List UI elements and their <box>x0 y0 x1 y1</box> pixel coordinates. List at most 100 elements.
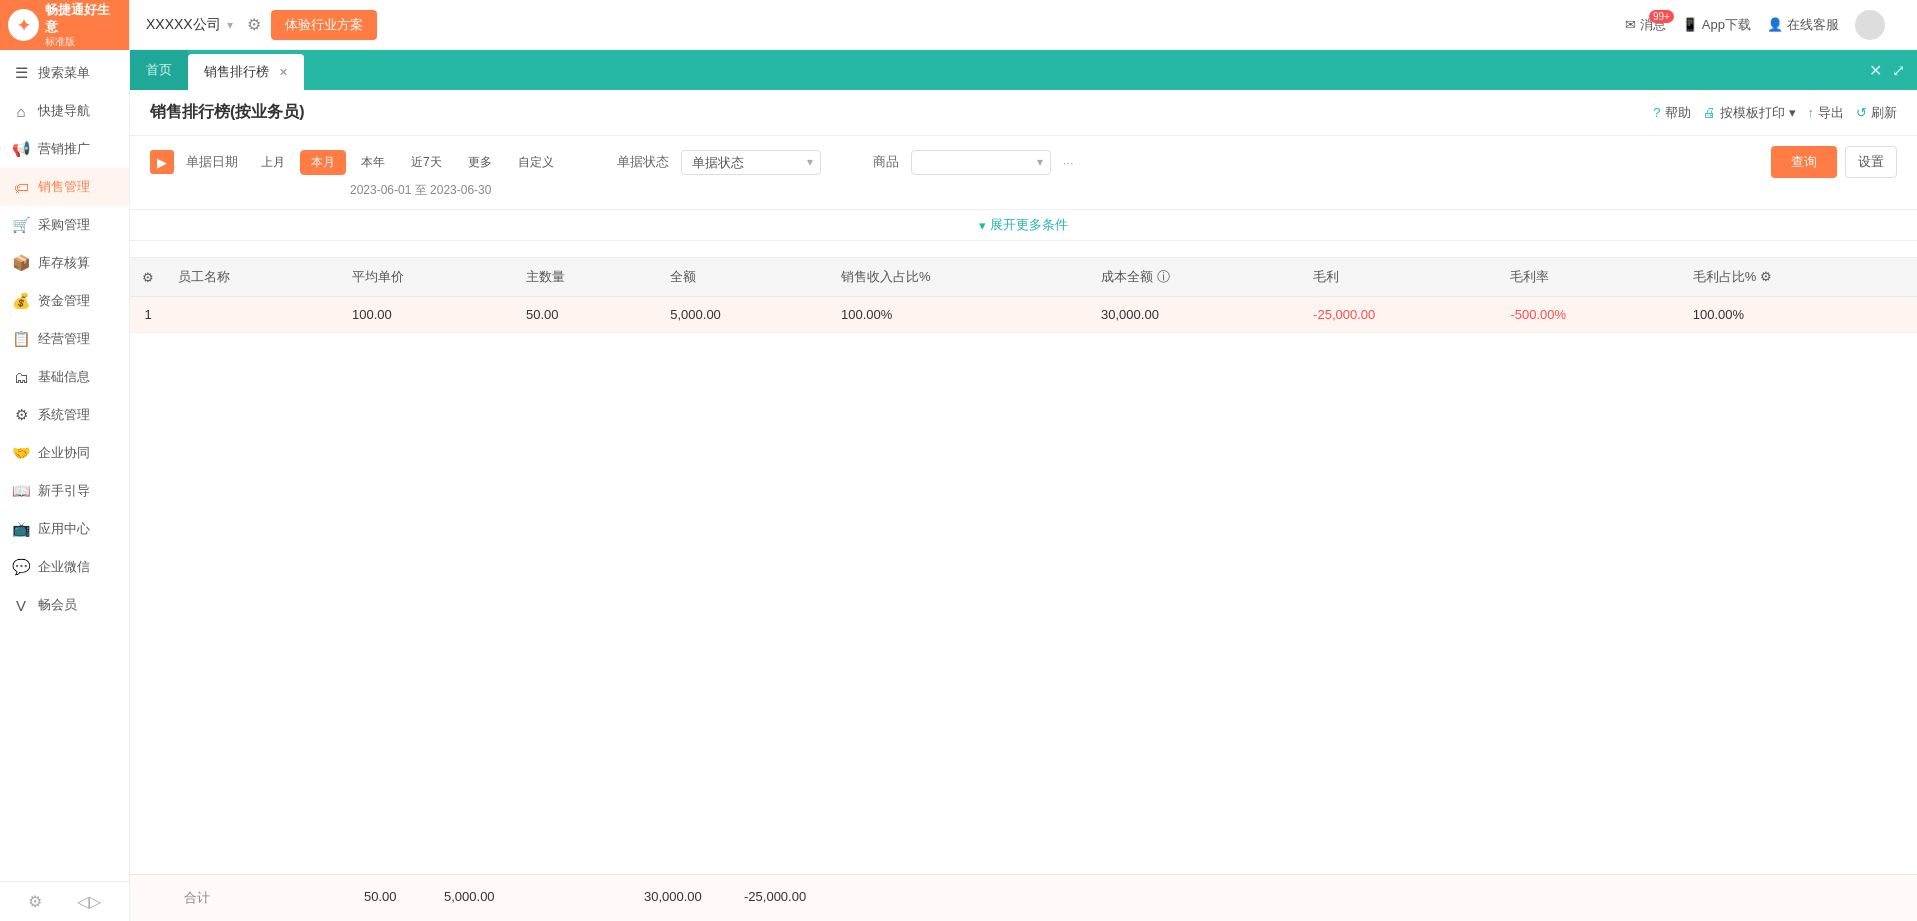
more-filters-icon[interactable]: ··· <box>1063 155 1074 170</box>
expand-conditions-button[interactable]: ▾ 展开更多条件 <box>979 216 1068 234</box>
export-button[interactable]: ↑ 导出 <box>1808 104 1845 122</box>
sidebar-item-operation[interactable]: 📋经营管理 <box>0 320 129 358</box>
filter-collapse-icon[interactable]: ▶ <box>150 150 174 174</box>
sidebar-label-basic: 基础信息 <box>38 368 90 386</box>
online-service-button[interactable]: 👤 在线客服 <box>1767 16 1839 34</box>
sidebar-label-sales: 销售管理 <box>38 178 90 196</box>
th-gross: 毛利 <box>1301 258 1498 297</box>
th-amount: 全额 <box>658 258 829 297</box>
tabbar-restore-icon[interactable]: ⤢ <box>1892 61 1905 80</box>
app-download-button[interactable]: 📱 App下载 <box>1682 16 1751 34</box>
status-select[interactable]: 单据状态 <box>681 150 821 175</box>
sidebar-item-apps[interactable]: 📺应用中心 <box>0 510 129 548</box>
filter-btn-7days[interactable]: 近7天 <box>400 150 453 175</box>
filter-btn-this-month[interactable]: 本月 <box>300 150 346 175</box>
query-button[interactable]: 查询 <box>1771 146 1837 178</box>
sidebar-item-inventory[interactable]: 📦 库存核算 <box>0 244 129 282</box>
td-rank: 1 <box>130 297 166 333</box>
footer-sales-pct <box>532 885 632 911</box>
th-sales-pct: 销售收入占比% <box>829 258 1089 297</box>
print-dropdown-icon: ▾ <box>1789 105 1796 120</box>
message-button[interactable]: ✉ 消息 99+ <box>1625 16 1666 34</box>
nav-icon: ⌂ <box>12 103 30 120</box>
page-title: 销售排行榜(按业务员) <box>150 102 305 123</box>
td-sales-pct: 100.00% <box>829 297 1089 333</box>
marketing-icon: 📢 <box>12 140 30 158</box>
app-download-icon: 📱 <box>1682 17 1698 32</box>
print-button[interactable]: 🖨 按模板打印 ▾ <box>1703 104 1796 122</box>
th-gross-pct: 毛利占比% ⚙ <box>1681 258 1917 297</box>
sidebar-label-finance: 资金管理 <box>38 292 90 310</box>
filter-btn-this-year[interactable]: 本年 <box>350 150 396 175</box>
collapse-sidebar-icon[interactable]: ◁▷ <box>77 892 101 911</box>
company-name: XXXXX公司 <box>146 16 221 34</box>
filter-btn-last-month[interactable]: 上月 <box>250 150 296 175</box>
filter-action-buttons: 查询 设置 <box>1771 146 1897 178</box>
date-range-display: 2023-06-01 至 2023-06-30 <box>350 182 1897 199</box>
settings-footer-icon[interactable]: ⚙ <box>28 892 42 911</box>
tab-close-icon[interactable]: ✕ <box>279 66 288 79</box>
sidebar-item-marketing[interactable]: 📢 营销推广 <box>0 130 129 168</box>
tab-home[interactable]: 首页 <box>130 50 188 90</box>
main-area: XXXXX公司 ▾ ⚙ 体验行业方案 ✉ 消息 99+ 📱 App下载 👤 在线… <box>130 0 1917 921</box>
export-icon: ↑ <box>1808 105 1815 120</box>
sidebar-item-member[interactable]: V畅会员 <box>0 586 129 624</box>
apps-icon: 📺 <box>12 520 30 538</box>
sidebar: ✦ 畅捷通好生意 标准版 ☰搜索菜单⌂快捷导航📢营销推广🏷销售管理🛒采购管理📦库… <box>0 0 130 921</box>
sidebar-label-system: 系统管理 <box>38 406 90 424</box>
sidebar-item-wechat[interactable]: 💬企业微信 <box>0 548 129 586</box>
td-qty: 50.00 <box>514 297 658 333</box>
sidebar-item-search[interactable]: ☰搜索菜单 <box>0 54 129 92</box>
sidebar-item-sales[interactable]: 🏷销售管理 <box>0 168 129 206</box>
sidebar-item-basic[interactable]: 🗂基础信息 <box>0 358 129 396</box>
sidebar-label-inventory: 库存核算 <box>38 254 90 272</box>
refresh-button[interactable]: ↺ 刷新 <box>1856 104 1897 122</box>
footer-qty: 50.00 <box>352 885 432 911</box>
sidebar-label-member: 畅会员 <box>38 596 77 614</box>
expand-label: 展开更多条件 <box>990 216 1068 234</box>
filter-row: ▶ 单据日期 上月 本月 本年 近7天 更多 自定义 单据状态 单据状态 <box>150 146 1897 178</box>
footer-cost: 30,000.00 <box>632 885 732 911</box>
purchase-icon: 🛒 <box>12 216 30 234</box>
sidebar-item-purchase[interactable]: 🛒采购管理 <box>0 206 129 244</box>
print-label: 按模板打印 <box>1720 104 1785 122</box>
sidebar-item-guide[interactable]: 📖新手引导 <box>0 472 129 510</box>
footer-gross-pct <box>932 885 1032 911</box>
home-tab-label: 首页 <box>146 61 172 79</box>
app-edition: 标准版 <box>45 35 121 48</box>
topbar-gear-icon[interactable]: ⚙ <box>247 15 261 34</box>
goods-select[interactable] <box>911 150 1051 175</box>
help-icon: ? <box>1653 105 1660 120</box>
service-icon: 👤 <box>1767 17 1783 32</box>
user-avatar[interactable] <box>1855 10 1885 40</box>
tabbar-actions: ✕ ⤢ <box>1869 61 1917 80</box>
sidebar-item-system[interactable]: ⚙系统管理 <box>0 396 129 434</box>
setting-button[interactable]: 设置 <box>1845 146 1897 178</box>
table-row: 1 100.00 50.00 5,000.00 100.00% 30,000.0… <box>130 297 1917 333</box>
tab-ranking[interactable]: 销售排行榜 ✕ <box>188 54 304 90</box>
status-select-wrap: 单据状态 <box>681 150 821 175</box>
sidebar-item-nav[interactable]: ⌂快捷导航 <box>0 92 129 130</box>
th-settings[interactable]: ⚙ <box>130 258 166 297</box>
sidebar-label-marketing: 营销推广 <box>38 140 90 158</box>
th-qty: 主数量 <box>514 258 658 297</box>
filter-btn-custom[interactable]: 自定义 <box>507 150 565 175</box>
expand-bar: ▾ 展开更多条件 <box>130 210 1917 241</box>
message-icon: ✉ <box>1625 17 1636 32</box>
page-content: 销售排行榜(按业务员) ? 帮助 🖨 按模板打印 ▾ ↑ 导出 ↺ 刷新 <box>130 90 1917 921</box>
help-button[interactable]: ? 帮助 <box>1653 104 1690 122</box>
sidebar-nav: ☰搜索菜单⌂快捷导航 📢 营销推广 🏷销售管理🛒采购管理 📦 库存核算 💰资金管理📋经营管理… <box>0 50 129 881</box>
date-filter-buttons: 上月 本月 本年 近7天 更多 自定义 <box>250 150 565 175</box>
status-filter-label: 单据状态 <box>617 153 669 171</box>
filter-btn-more[interactable]: 更多 <box>457 150 503 175</box>
sidebar-item-coop[interactable]: 🤝企业协同 <box>0 434 129 472</box>
company-selector[interactable]: XXXXX公司 ▾ <box>146 16 233 34</box>
goods-select-wrap <box>911 150 1051 175</box>
tabbar-close-icon[interactable]: ✕ <box>1869 61 1882 80</box>
print-icon: 🖨 <box>1703 105 1716 120</box>
sidebar-item-finance[interactable]: 💰资金管理 <box>0 282 129 320</box>
settings-col-icon: ⚙ <box>142 270 154 285</box>
sidebar-label-search: 搜索菜单 <box>38 64 90 82</box>
trial-button[interactable]: 体验行业方案 <box>271 10 377 40</box>
inventory-icon: 📦 <box>12 254 30 272</box>
